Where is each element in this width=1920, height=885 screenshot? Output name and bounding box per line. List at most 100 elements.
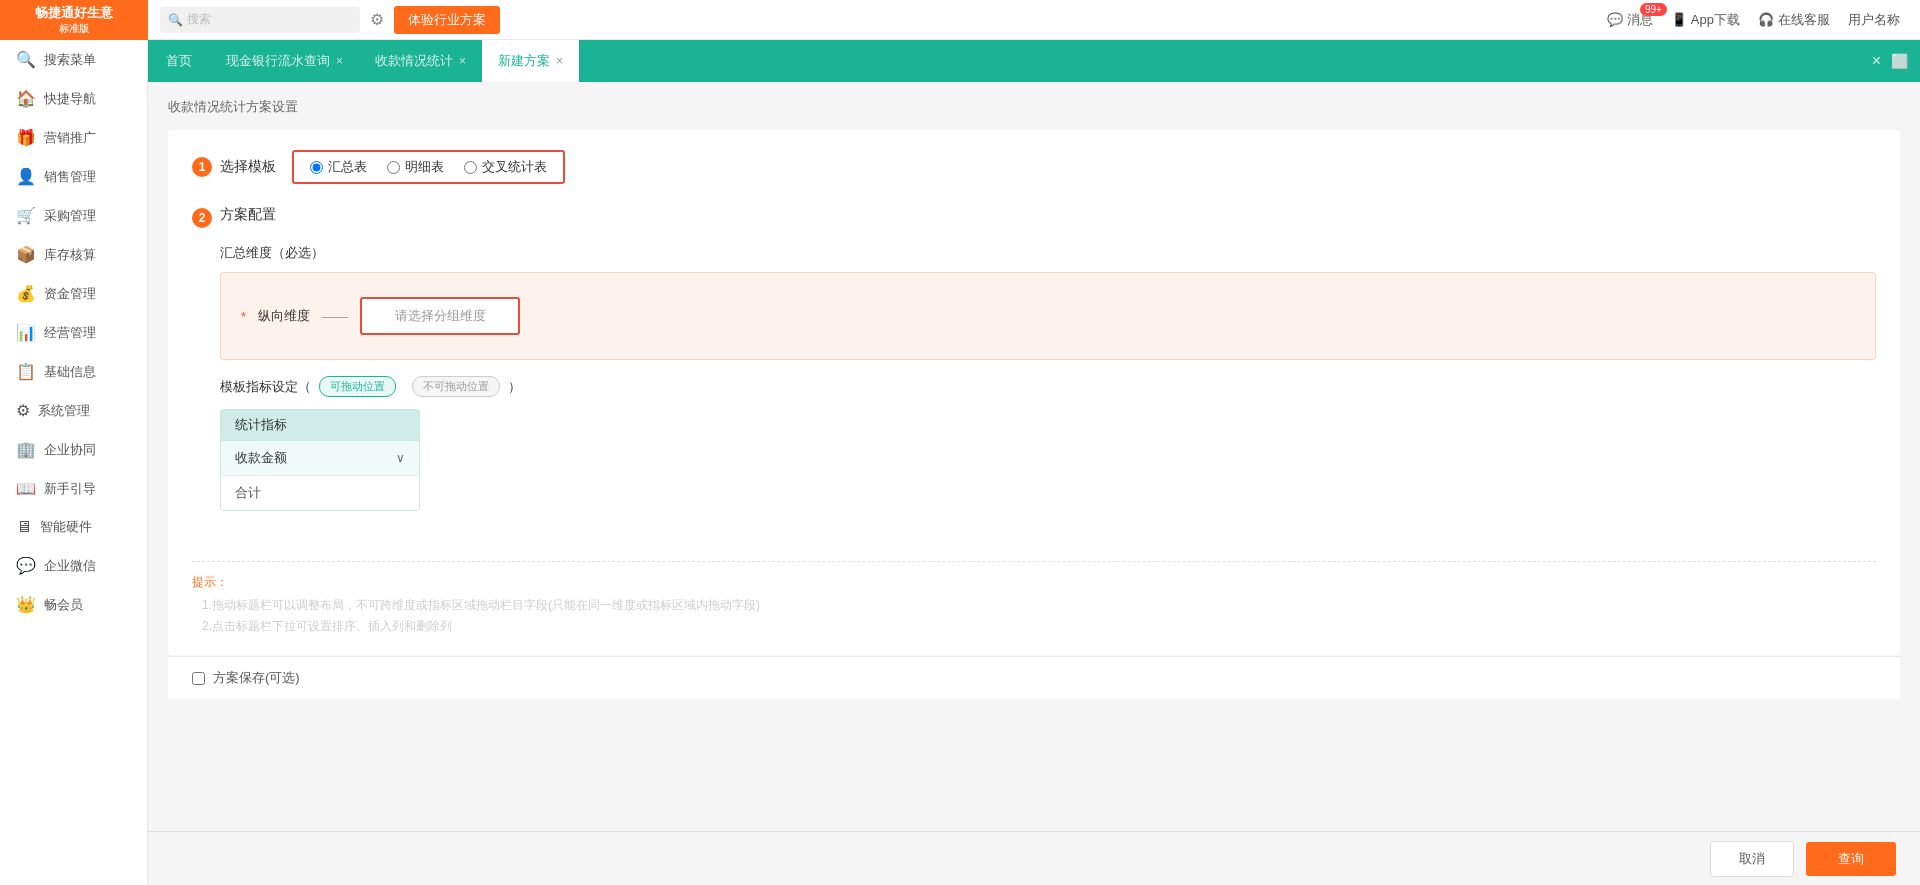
metrics-label-text: 模板指标设定（: [220, 378, 311, 396]
hint-title: 提示：: [192, 574, 1876, 591]
vertical-dim-label: 纵向维度: [258, 307, 310, 325]
search-placeholder: 搜索: [187, 11, 211, 28]
radio-detail-input[interactable]: [387, 161, 400, 174]
download-label: App下载: [1691, 11, 1740, 29]
sidebar-item-guide[interactable]: 📖 新手引导: [0, 469, 147, 508]
config-card: 1 选择模板 汇总表 明细表: [168, 130, 1900, 655]
cancel-button[interactable]: 取消: [1710, 841, 1794, 877]
metrics-section: 模板指标设定（ 可拖动位置 不可拖动位置 ） 统计指标: [220, 376, 1876, 511]
radio-detail[interactable]: 明细表: [387, 158, 444, 176]
tab-cashflow[interactable]: 现金银行流水查询 ×: [210, 40, 359, 82]
hint-item-2: 2.点击标题栏下拉可设置排序、插入列和删除列: [192, 618, 1876, 635]
radio-cross[interactable]: 交叉统计表: [464, 158, 547, 176]
tab-home[interactable]: 首页: [148, 40, 210, 82]
sidebar-item-member[interactable]: 👑 畅会员: [0, 585, 147, 624]
sidebar-item-sales[interactable]: 👤 销售管理: [0, 157, 147, 196]
arrow-right-icon: ——: [322, 309, 348, 324]
logo-sub: 标准版: [59, 22, 89, 36]
save-checkbox[interactable]: [192, 672, 205, 685]
purchase-icon: 🛒: [16, 206, 36, 225]
nav-icon: 🏠: [16, 89, 36, 108]
metrics-table: 统计指标 收款金额 ∨ 合计: [220, 409, 420, 511]
step1-row: 1 选择模板 汇总表 明细表: [192, 150, 1876, 184]
dimension-section: 汇总维度（必选） * 纵向维度 —— 请选择分组维度: [220, 244, 1876, 360]
tab-cashflow-close[interactable]: ×: [336, 54, 343, 68]
wechat-icon: 💬: [16, 556, 36, 575]
sidebar: 🔍 搜索菜单 🏠 快捷导航 🎁 营销推广 👤 销售管理 🛒 采购管理 📦: [0, 40, 148, 885]
step1-label: 选择模板: [220, 158, 276, 176]
sidebar-item-basic[interactable]: 📋 基础信息: [0, 352, 147, 391]
chevron-down-icon: ∨: [396, 451, 405, 465]
collab-icon: 🏢: [16, 440, 36, 459]
dimension-select-button[interactable]: 请选择分组维度: [360, 297, 520, 335]
notification-area[interactable]: 💬 消息 99+: [1607, 11, 1653, 29]
notif-badge: 99+: [1640, 3, 1667, 16]
metrics-table-total-row: 合计: [221, 476, 419, 510]
tab-receipts[interactable]: 收款情况统计 ×: [359, 40, 482, 82]
inventory-icon: 📦: [16, 245, 36, 264]
sales-icon: 👤: [16, 167, 36, 186]
tab-receipts-close[interactable]: ×: [459, 54, 466, 68]
metrics-table-header: 统计指标: [221, 410, 419, 441]
radio-cross-input[interactable]: [464, 161, 477, 174]
non-draggable-tag: 不可拖动位置: [412, 376, 500, 397]
tab-new-plan[interactable]: 新建方案 ×: [482, 40, 579, 82]
radio-summary-input[interactable]: [310, 161, 323, 174]
trial-button[interactable]: 体验行业方案: [394, 6, 500, 34]
guide-icon: 📖: [16, 479, 36, 498]
maximize-icon[interactable]: ⬜: [1891, 53, 1908, 69]
step2-num: 2: [192, 208, 212, 228]
radio-summary[interactable]: 汇总表: [310, 158, 367, 176]
logo: 畅捷通好生意 标准版: [0, 0, 148, 40]
sidebar-item-marketing[interactable]: 🎁 营销推广: [0, 118, 147, 157]
page-content: 收款情况统计方案设置 1 选择模板 汇总表: [148, 82, 1920, 831]
download-icon: 📱: [1671, 12, 1687, 27]
service-area[interactable]: 🎧 在线客服: [1758, 11, 1830, 29]
basic-icon: 📋: [16, 362, 36, 381]
close-window-icon[interactable]: ×: [1872, 52, 1881, 70]
sidebar-item-nav[interactable]: 🏠 快捷导航: [0, 79, 147, 118]
step1-num: 1: [192, 157, 212, 177]
required-star: *: [241, 309, 246, 324]
hardware-icon: 🖥: [16, 518, 32, 536]
draggable-tag: 可拖动位置: [319, 376, 396, 397]
sidebar-item-search[interactable]: 🔍 搜索菜单: [0, 40, 147, 79]
search-bar[interactable]: 🔍 搜索: [160, 7, 360, 33]
settings-icon[interactable]: ⚙: [370, 10, 384, 29]
service-icon: 🎧: [1758, 12, 1774, 27]
sidebar-item-wechat[interactable]: 💬 企业微信: [0, 546, 147, 585]
step2-label: 方案配置: [220, 206, 276, 224]
footer-save-section: 方案保存(可选): [168, 656, 1900, 699]
logo-text: 畅捷通好生意: [35, 4, 113, 22]
step2-row: 2 方案配置: [192, 206, 1876, 228]
topbar-right: 💬 消息 99+ 📱 App下载 🎧 在线客服 用户名称: [1607, 11, 1920, 29]
col-header-label: 收款金额: [235, 449, 287, 467]
tab-bar: 首页 现金银行流水查询 × 收款情况统计 × 新建方案 × × ⬜: [148, 40, 1920, 82]
sidebar-item-collab[interactable]: 🏢 企业协同: [0, 430, 147, 469]
message-icon: 💬: [1607, 12, 1623, 27]
tab-new-plan-close[interactable]: ×: [556, 54, 563, 68]
marketing-icon: 🎁: [16, 128, 36, 147]
member-icon: 👑: [16, 595, 36, 614]
dimension-box: * 纵向维度 —— 请选择分组维度: [220, 272, 1876, 360]
sidebar-item-purchase[interactable]: 🛒 采购管理: [0, 196, 147, 235]
management-icon: 📊: [16, 323, 36, 342]
sidebar-item-system[interactable]: ⚙ 系统管理: [0, 391, 147, 430]
sidebar-item-inventory[interactable]: 📦 库存核算: [0, 235, 147, 274]
hint-item-1: 1.拖动标题栏可以调整布局，不可跨维度或指标区域拖动栏目字段(只能在同一维度或指…: [192, 597, 1876, 614]
metrics-label-row: 模板指标设定（ 可拖动位置 不可拖动位置 ）: [220, 376, 1876, 397]
sidebar-item-hardware[interactable]: 🖥 智能硬件: [0, 508, 147, 546]
sidebar-item-finance[interactable]: 💰 资金管理: [0, 274, 147, 313]
save-label: 方案保存(可选): [213, 669, 300, 687]
hint-section: 提示： 1.拖动标题栏可以调整布局，不可跨维度或指标区域拖动栏目字段(只能在同一…: [192, 561, 1876, 635]
user-name: 用户名称: [1848, 11, 1900, 29]
download-area[interactable]: 📱 App下载: [1671, 11, 1740, 29]
finance-icon: 💰: [16, 284, 36, 303]
service-label: 在线客服: [1778, 11, 1830, 29]
sidebar-item-management[interactable]: 📊 经营管理: [0, 313, 147, 352]
tab-window-controls: × ⬜: [1872, 40, 1920, 82]
action-bar: 取消 查询: [148, 831, 1920, 885]
search-menu-icon: 🔍: [16, 50, 36, 69]
query-button[interactable]: 查询: [1806, 842, 1896, 876]
metrics-col-header-row[interactable]: 收款金额 ∨: [221, 441, 419, 476]
